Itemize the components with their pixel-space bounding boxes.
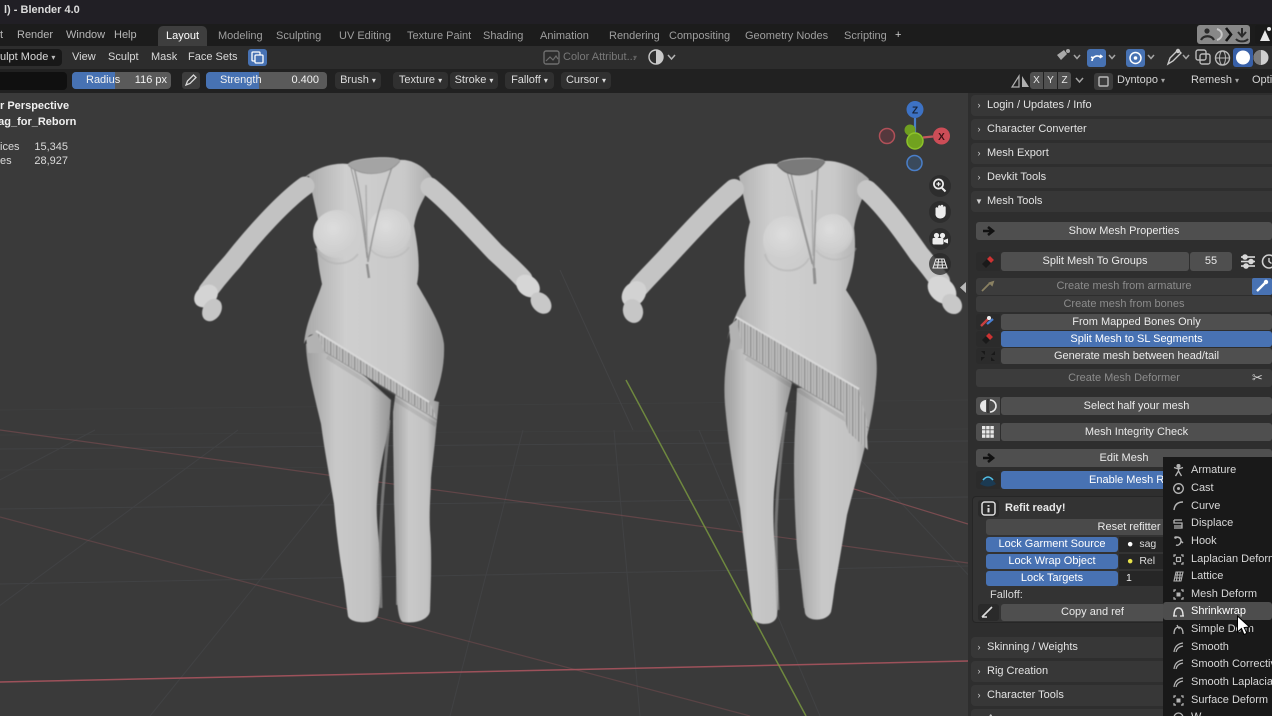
svg-text:Z: Z (912, 106, 918, 117)
svg-text:X: X (938, 132, 945, 143)
